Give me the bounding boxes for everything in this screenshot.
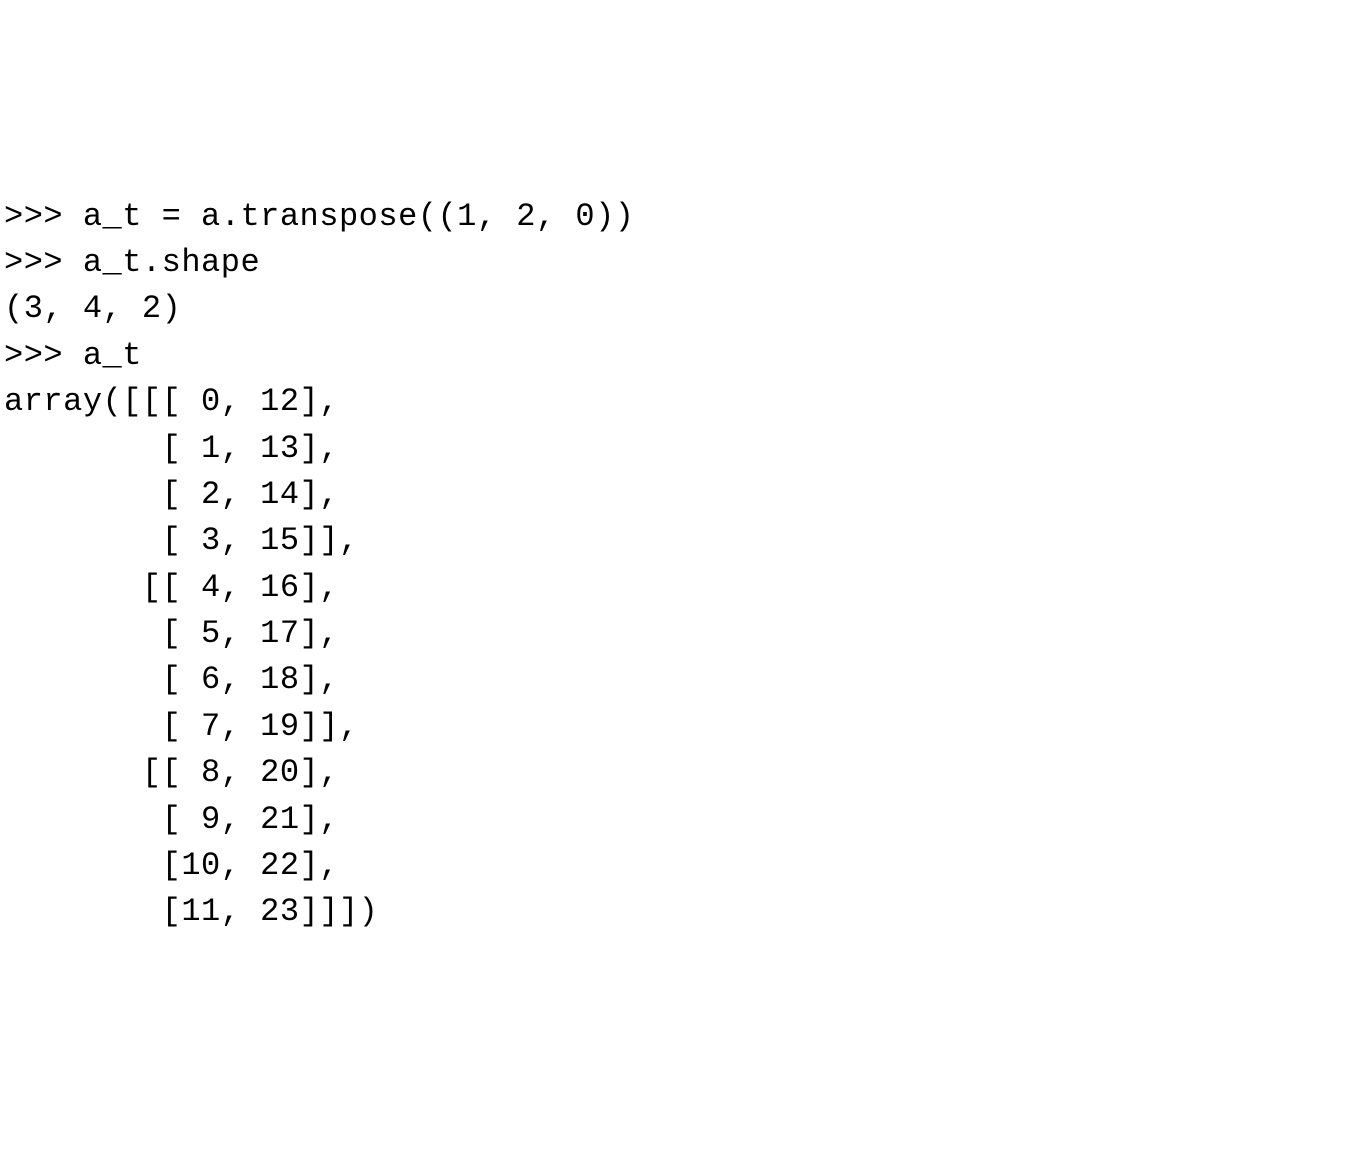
repl-output-line: [ 7, 19]], xyxy=(4,704,1362,750)
repl-output-line: [ 6, 18], xyxy=(4,657,1362,703)
repl-input-line: >>> a_t xyxy=(4,333,1362,379)
repl-output-line: [ 3, 15]], xyxy=(4,518,1362,564)
repl-output-line: [ 5, 17], xyxy=(4,611,1362,657)
repl-output-line: [ 9, 21], xyxy=(4,797,1362,843)
repl-output-line: [ 2, 14], xyxy=(4,472,1362,518)
repl-input-line: >>> a_t.shape xyxy=(4,240,1362,286)
repl-output-line: [[ 4, 16], xyxy=(4,565,1362,611)
repl-output-line: array([[[ 0, 12], xyxy=(4,379,1362,425)
repl-output-line: [10, 22], xyxy=(4,843,1362,889)
repl-input-line: >>> a_t = a.transpose((1, 2, 0)) xyxy=(4,194,1362,240)
repl-output-line: [11, 23]]]) xyxy=(4,889,1362,935)
repl-output-line: [[ 8, 20], xyxy=(4,750,1362,796)
repl-output-line: [ 1, 13], xyxy=(4,426,1362,472)
repl-output-line: (3, 4, 2) xyxy=(4,286,1362,332)
